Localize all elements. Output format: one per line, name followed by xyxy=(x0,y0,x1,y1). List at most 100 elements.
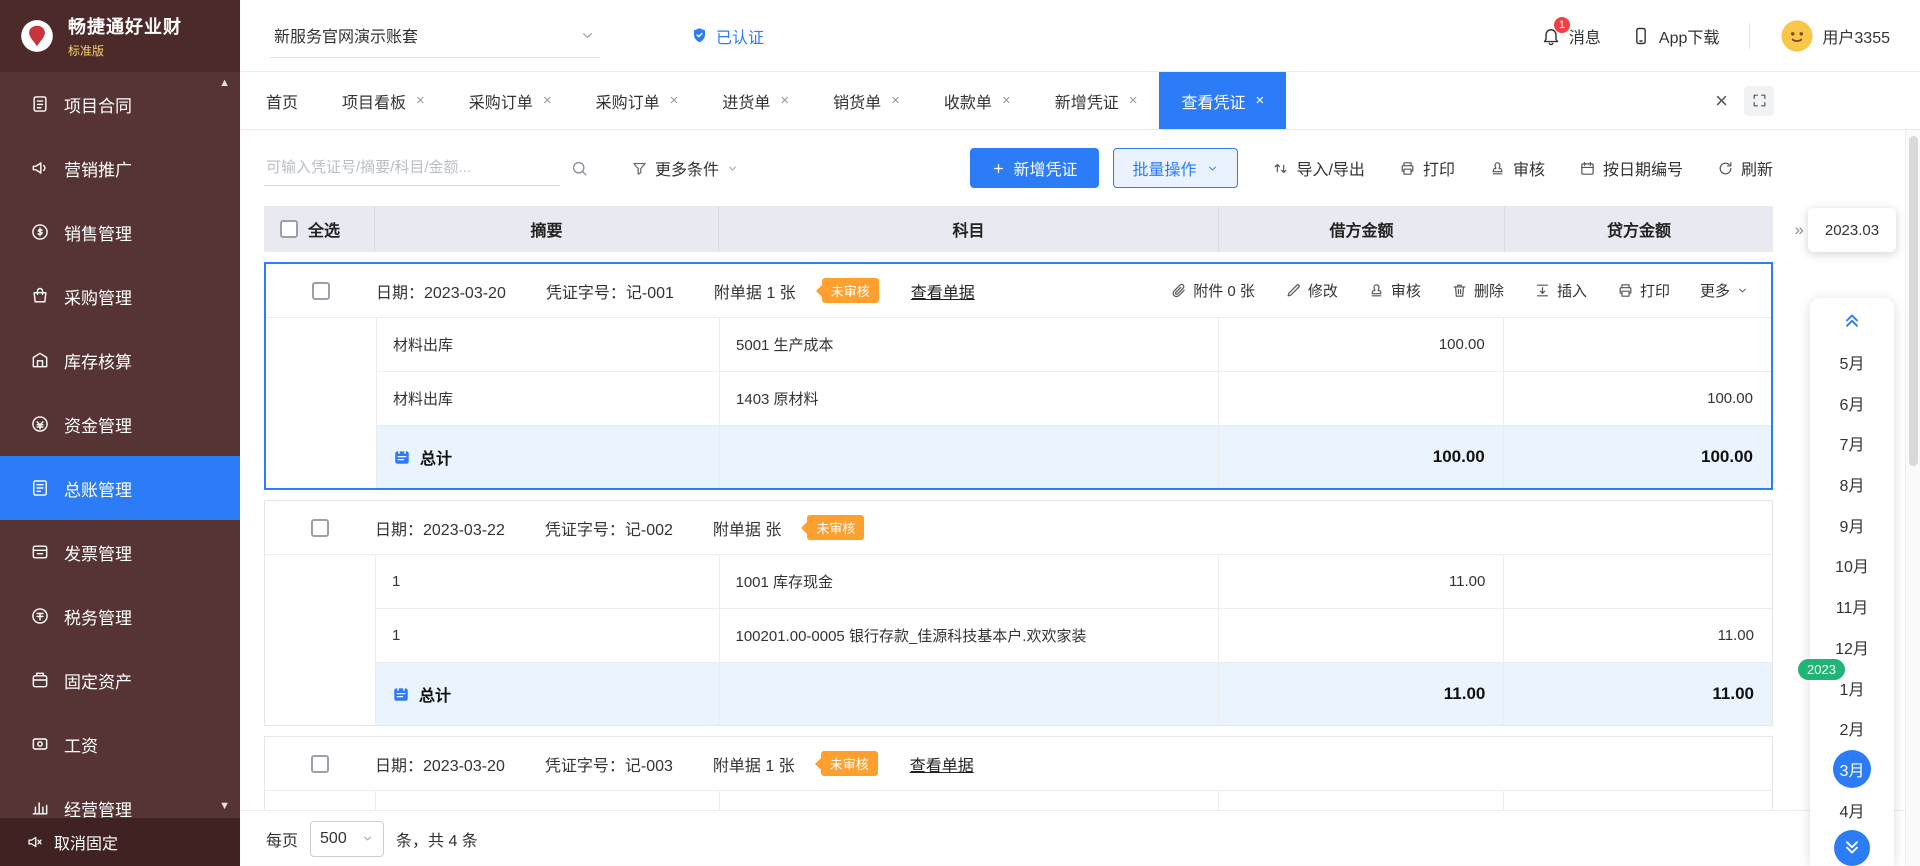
tab-label: 收款单 xyxy=(943,94,992,112)
close-all-tabs-button[interactable]: × xyxy=(1715,89,1728,112)
timeline-month-june[interactable]: 6月 xyxy=(1810,382,1894,423)
sidebar-scroll-up-icon[interactable]: ▲ xyxy=(219,77,230,89)
total-icon xyxy=(393,448,411,466)
voucher-group[interactable]: 日期：2023-03-20 凭证字号：记-003 附单据 1 张 未审核 查看单… xyxy=(264,736,1773,810)
voucher-date: 日期：2023-03-22 xyxy=(375,521,505,539)
voucher-entry-row[interactable]: 1 1001 库存现金 11.00 xyxy=(265,555,1772,609)
tab-purchase-order-1[interactable]: 采购订单 × xyxy=(447,72,574,129)
voucher-checkbox[interactable] xyxy=(311,518,329,537)
tab-close-icon[interactable]: × xyxy=(891,92,900,109)
voucher-checkbox[interactable] xyxy=(311,754,329,773)
sidebar-scroll-down-icon[interactable]: ▼ xyxy=(219,800,230,812)
timeline-month-february[interactable]: 2月 xyxy=(1810,708,1894,749)
import-export-button[interactable]: 导入/导出 xyxy=(1272,156,1365,180)
timeline-month-november[interactable]: 11月 xyxy=(1810,586,1894,627)
edit-button[interactable]: 修改 xyxy=(1285,280,1338,301)
print-row-button[interactable]: 打印 xyxy=(1617,280,1670,301)
sidebar-item-label: 固定资产 xyxy=(64,672,132,692)
tab-label: 采购订单 xyxy=(595,94,660,112)
vertical-scrollbar[interactable] xyxy=(1905,130,1920,866)
app-download-button[interactable]: App下载 xyxy=(1631,24,1719,48)
sidebar: ▲ 项目合同 营销推广 销售管理 采购管理 库存核算 资金管理 总账管理 发票管… xyxy=(0,72,240,866)
marketing-icon xyxy=(30,158,50,178)
select-all-checkbox[interactable] xyxy=(280,220,298,238)
timeline-month-august[interactable]: 8月 xyxy=(1810,464,1894,505)
voucher-checkbox[interactable] xyxy=(312,281,330,300)
search-icon[interactable] xyxy=(570,159,589,178)
tab-close-icon[interactable]: × xyxy=(1002,92,1011,109)
sidebar-item-invoice[interactable]: 发票管理 xyxy=(0,520,240,584)
sidebar-item-tax[interactable]: 税务管理 xyxy=(0,584,240,648)
plus-icon xyxy=(992,162,1005,175)
view-doc-link[interactable]: 查看单据 xyxy=(910,752,974,776)
view-doc-link[interactable]: 查看单据 xyxy=(911,279,975,303)
tab-goods-receipt[interactable]: 进货单 × xyxy=(700,72,811,129)
timeline-month-april[interactable]: 4月 xyxy=(1810,789,1894,830)
sidebar-item-purchase[interactable]: 采购管理 xyxy=(0,264,240,328)
sidebar-item-payroll[interactable]: 工资 xyxy=(0,712,240,776)
tab-close-icon[interactable]: × xyxy=(543,92,552,109)
scrollbar-thumb[interactable] xyxy=(1909,136,1918,466)
new-voucher-button[interactable]: 新增凭证 xyxy=(970,148,1100,188)
bell-icon: 1 xyxy=(1541,16,1570,46)
tab-view-voucher[interactable]: 查看凭证 × xyxy=(1159,72,1287,129)
sidebar-item-label: 营销推广 xyxy=(64,160,132,180)
sidebar-item-marketing[interactable]: 营销推广 xyxy=(0,136,240,200)
batch-actions-button[interactable]: 批量操作 xyxy=(1113,148,1239,188)
printer-icon xyxy=(1617,282,1634,299)
sidebar-item-general-ledger[interactable]: 总账管理 xyxy=(0,456,240,520)
tab-sales-delivery[interactable]: 销货单 × xyxy=(811,72,922,129)
timeline-month-may[interactable]: 5月 xyxy=(1810,342,1894,383)
sidebar-item-sales[interactable]: 销售管理 xyxy=(0,200,240,264)
tab-receipt[interactable]: 收款单 × xyxy=(922,72,1033,129)
insert-button[interactable]: 插入 xyxy=(1534,280,1587,301)
voucher-group[interactable]: 日期：2023-03-22 凭证字号：记-002 附单据 张 未审核 1 100… xyxy=(264,500,1773,726)
tab-project-board[interactable]: 项目看板 × xyxy=(320,72,447,129)
search-input[interactable] xyxy=(264,150,560,186)
timeline-month-march-active[interactable]: 3月 xyxy=(1810,749,1894,790)
messages-button[interactable]: 1 消息 xyxy=(1541,16,1601,48)
voucher-group[interactable]: 日期：2023-03-20 凭证字号：记-001 附单据 1 张 未审核 查看单… xyxy=(264,262,1773,490)
account-set-dropdown[interactable]: 新服务官网演示账套 xyxy=(270,13,600,58)
sidebar-item-funds[interactable]: 资金管理 xyxy=(0,392,240,456)
voucher-entry-row[interactable]: 材料出库 5001 生产成本 100.00 xyxy=(266,318,1771,372)
tab-close-icon[interactable]: × xyxy=(1129,92,1138,109)
timeline-month-september[interactable]: 9月 xyxy=(1810,504,1894,545)
timeline-month-october[interactable]: 10月 xyxy=(1810,545,1894,586)
number-by-date-button[interactable]: 按日期编号 xyxy=(1579,156,1683,180)
collapse-panel-icon[interactable]: » xyxy=(1795,220,1804,240)
sidebar-item-project-contract[interactable]: 项目合同 xyxy=(0,72,240,136)
user-menu[interactable]: 用户3355 xyxy=(1780,19,1890,53)
fullscreen-button[interactable] xyxy=(1744,85,1774,116)
more-filters-button[interactable]: 更多条件 xyxy=(631,156,739,180)
sidebar-item-fixed-assets[interactable]: 固定资产 xyxy=(0,648,240,712)
tab-close-icon[interactable]: × xyxy=(670,92,679,109)
unpin-button[interactable]: 取消固定 xyxy=(0,818,240,866)
timeline-scroll-up-icon[interactable] xyxy=(1810,298,1894,342)
tab-new-voucher[interactable]: 新增凭证 × xyxy=(1033,72,1160,129)
tab-home[interactable]: 首页 xyxy=(244,72,320,129)
sidebar-item-inventory[interactable]: 库存核算 xyxy=(0,328,240,392)
voucher-attach-count: 附单据 1 张 xyxy=(712,757,795,775)
delete-button[interactable]: 删除 xyxy=(1451,280,1504,301)
tab-close-icon[interactable]: × xyxy=(416,92,425,109)
more-button[interactable]: 更多 xyxy=(1700,280,1749,301)
sidebar-item-operations[interactable]: 经营管理 xyxy=(0,776,240,818)
print-button[interactable]: 打印 xyxy=(1399,156,1455,180)
timeline-month-july[interactable]: 7月 xyxy=(1810,423,1894,464)
voucher-entry-row[interactable]: 1 100201.00-0005 银行存款_佳源科技基本户.欢欢家装 11.00 xyxy=(265,609,1772,663)
timeline-scroll-down-icon[interactable] xyxy=(1834,829,1870,866)
audit-row-button[interactable]: 审核 xyxy=(1368,280,1421,301)
page-size-select[interactable]: 500 xyxy=(310,820,385,857)
logo-icon xyxy=(18,17,56,55)
sidebar-item-label: 经营管理 xyxy=(64,800,132,819)
tab-purchase-order-2[interactable]: 采购订单 × xyxy=(574,72,701,129)
refresh-button[interactable]: 刷新 xyxy=(1717,156,1773,180)
audit-button[interactable]: 审核 xyxy=(1489,156,1545,180)
tab-close-icon[interactable]: × xyxy=(780,92,789,109)
attachment-button[interactable]: 附件 0 张 xyxy=(1170,280,1255,301)
shield-check-icon xyxy=(690,26,709,45)
tab-close-icon[interactable]: × xyxy=(1256,92,1265,109)
voucher-entry-row[interactable]: 材料出库 1403 原材料 100.00 xyxy=(266,372,1771,426)
entry-summary: 材料出库 xyxy=(376,372,720,426)
